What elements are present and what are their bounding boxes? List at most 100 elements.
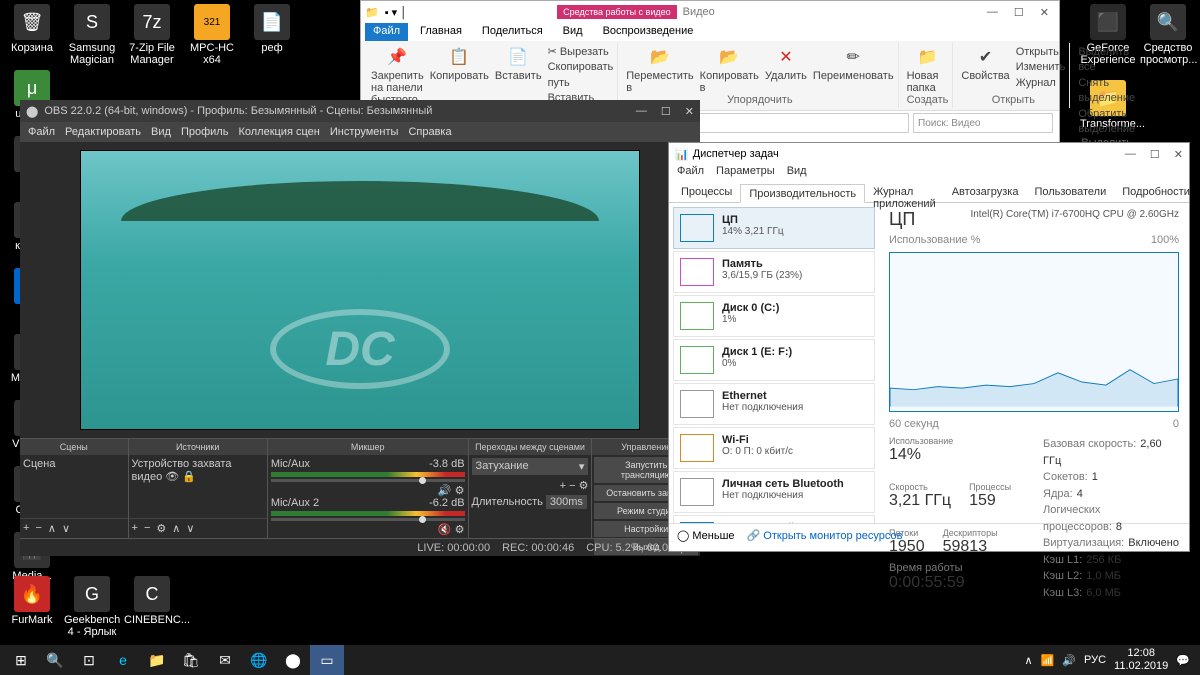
properties-button[interactable]: ✔Свойства bbox=[961, 45, 1009, 91]
desktop-icon[interactable]: 📄реф bbox=[244, 4, 300, 54]
desktop-icon-cinebench[interactable]: CCINEBENC... bbox=[124, 576, 180, 626]
search-input[interactable]: Поиск: Видео bbox=[913, 113, 1053, 133]
eye-icon[interactable]: 👁 bbox=[165, 471, 179, 483]
tab-apphistory[interactable]: Журнал приложений bbox=[865, 183, 944, 202]
menu-scenes[interactable]: Коллекция сцен bbox=[238, 126, 319, 138]
mixer-slider[interactable] bbox=[271, 518, 465, 521]
minimize-button[interactable]: — bbox=[987, 6, 998, 19]
explorer-titlebar[interactable]: 📁 ▪ ▾ │ Средства работы с видео Видео — … bbox=[361, 1, 1059, 23]
menu-options[interactable]: Параметры bbox=[716, 165, 775, 183]
mute-icon[interactable]: 🔇 bbox=[438, 524, 452, 536]
remove-scene-button[interactable]: − bbox=[35, 522, 41, 535]
selectnone-button[interactable]: Снять выделение bbox=[1078, 76, 1135, 107]
tab-playback[interactable]: Воспроизведение bbox=[595, 23, 702, 41]
speaker-icon[interactable]: 🔊 bbox=[438, 485, 452, 497]
taskbar-store[interactable]: 🛍 bbox=[174, 645, 208, 675]
menu-edit[interactable]: Редактировать bbox=[65, 126, 141, 138]
tray-up-icon[interactable]: ∧ bbox=[1025, 654, 1033, 667]
gear-icon[interactable]: ⚙ bbox=[156, 522, 166, 535]
tm-side-Память[interactable]: Память3,6/15,9 ГБ (23%) bbox=[673, 251, 875, 293]
taskbar-edge[interactable]: e bbox=[106, 645, 140, 675]
maximize-button[interactable]: ☐ bbox=[1014, 6, 1024, 19]
desktop-icon-furmark[interactable]: 🔥FurMark bbox=[4, 576, 60, 626]
obs-window[interactable]: ⬤ OBS 22.0.2 (64-bit, windows) - Профиль… bbox=[20, 100, 700, 550]
add-transition-button[interactable]: + bbox=[560, 480, 566, 492]
menu-help[interactable]: Справка bbox=[408, 126, 451, 138]
copypath-button[interactable]: Скопировать путь bbox=[548, 60, 614, 91]
minimize-button[interactable]: — bbox=[636, 105, 647, 118]
tm-side-Диск 0 (C:)[interactable]: Диск 0 (C:)1% bbox=[673, 295, 875, 337]
gear-icon[interactable]: ⚙ bbox=[455, 524, 465, 536]
add-scene-button[interactable]: + bbox=[23, 522, 29, 535]
task-manager-window[interactable]: 📊 Диспетчер задач —☐✕ Файл Параметры Вид… bbox=[668, 142, 1190, 552]
gear-icon[interactable]: ⚙ bbox=[579, 480, 589, 492]
tab-startup[interactable]: Автозагрузка bbox=[944, 183, 1027, 202]
tm-side-Ethernet[interactable]: EthernetНет подключения bbox=[673, 383, 875, 425]
mixer-slider[interactable] bbox=[271, 479, 465, 482]
tm-side-Wi-Fi[interactable]: Wi-FiО: 0 П: 0 кбит/с bbox=[673, 427, 875, 469]
tab-processes[interactable]: Процессы bbox=[673, 183, 740, 202]
delete-button[interactable]: ✕Удалить bbox=[765, 45, 807, 94]
desktop-icon[interactable]: 7z7-Zip File Manager bbox=[124, 4, 180, 66]
maximize-button[interactable]: ☐ bbox=[661, 105, 671, 118]
tab-users[interactable]: Пользователи bbox=[1026, 183, 1114, 202]
scene-item[interactable]: Сцена bbox=[23, 458, 125, 470]
menu-profile[interactable]: Профиль bbox=[181, 126, 229, 138]
edit-button[interactable]: Изменить bbox=[1016, 60, 1066, 75]
taskbar-explorer[interactable]: 📁 bbox=[140, 645, 174, 675]
history-button[interactable]: Журнал bbox=[1016, 76, 1066, 91]
open-button[interactable]: Открыть bbox=[1016, 45, 1066, 60]
close-button[interactable]: ✕ bbox=[1040, 6, 1049, 19]
desktop-icon[interactable]: 321MPC-HC x64 bbox=[184, 4, 240, 66]
preview-area[interactable]: DC bbox=[80, 150, 640, 430]
copyto-button[interactable]: 📂Копировать в bbox=[700, 45, 759, 94]
add-source-button[interactable]: + bbox=[132, 522, 138, 535]
remove-source-button[interactable]: − bbox=[144, 522, 150, 535]
start-button[interactable]: ⊞ bbox=[4, 645, 38, 675]
duration-input[interactable]: 300ms bbox=[546, 495, 587, 509]
taskbar-obs[interactable]: ⬤ bbox=[276, 645, 310, 675]
search-button[interactable]: 🔍 bbox=[38, 645, 72, 675]
tray-lang[interactable]: РУС bbox=[1084, 654, 1106, 666]
close-button[interactable]: ✕ bbox=[1174, 148, 1183, 161]
context-tab[interactable]: Средства работы с видео bbox=[557, 5, 677, 19]
source-item[interactable]: Устройство захвата видео 👁 🔒 bbox=[132, 458, 264, 483]
gear-icon[interactable]: ⚙ bbox=[455, 485, 465, 497]
cut-button[interactable]: ✂ Вырезать bbox=[548, 45, 614, 60]
lock-icon[interactable]: 🔒 bbox=[182, 471, 196, 483]
newfolder-button[interactable]: 📁Новая папка bbox=[907, 45, 949, 94]
selectinvert-button[interactable]: Обратить выделение bbox=[1078, 107, 1135, 138]
tray-volume-icon[interactable]: 🔊 bbox=[1062, 654, 1076, 667]
rename-button[interactable]: ✏Переименовать bbox=[813, 45, 894, 94]
desktop-icon-geekbench[interactable]: GGeekbench 4 - Ярлык bbox=[64, 576, 120, 638]
menu-file[interactable]: Файл bbox=[28, 126, 55, 138]
tray-network-icon[interactable]: 📶 bbox=[1041, 654, 1055, 667]
scene-down-button[interactable]: ∨ bbox=[62, 522, 70, 535]
obs-titlebar[interactable]: ⬤ OBS 22.0.2 (64-bit, windows) - Профиль… bbox=[20, 100, 700, 122]
scene-up-button[interactable]: ∧ bbox=[48, 522, 56, 535]
taskbar-mail[interactable]: ✉ bbox=[208, 645, 242, 675]
moveto-button[interactable]: 📂Переместить в bbox=[626, 45, 693, 94]
desktop-icon[interactable]: 🔍Средство просмотр... bbox=[1140, 4, 1196, 66]
desktop-icon[interactable]: SSamsung Magician bbox=[64, 4, 120, 66]
action-center-button[interactable]: 💬 bbox=[1176, 654, 1190, 667]
tm-side-ЦП[interactable]: ЦП14% 3,21 ГГц bbox=[673, 207, 875, 249]
resmon-link[interactable]: 🔗 Открыть монитор ресурсов bbox=[747, 529, 903, 542]
tab-details[interactable]: Подробности bbox=[1114, 183, 1198, 202]
desktop-icon-recycle[interactable]: 🗑Корзина bbox=[4, 4, 60, 54]
menu-file[interactable]: Файл bbox=[677, 165, 704, 183]
taskbar-chrome[interactable]: 🌐 bbox=[242, 645, 276, 675]
taskbar-app[interactable]: ▭ bbox=[310, 645, 344, 675]
tab-performance[interactable]: Производительность bbox=[740, 184, 865, 203]
taskview-button[interactable]: ⊡ bbox=[72, 645, 106, 675]
tm-side-Диск 1 (E: F:)[interactable]: Диск 1 (E: F:)0% bbox=[673, 339, 875, 381]
transition-select[interactable]: Затухание▾ bbox=[472, 458, 589, 475]
tm-titlebar[interactable]: 📊 Диспетчер задач —☐✕ bbox=[669, 143, 1189, 165]
menu-tools[interactable]: Инструменты bbox=[330, 126, 399, 138]
tab-home[interactable]: Главная bbox=[412, 23, 470, 41]
close-button[interactable]: ✕ bbox=[685, 105, 694, 118]
fewer-details-button[interactable]: ◯ Меньше bbox=[677, 529, 735, 542]
tm-side-Личная сеть Bluetooth[interactable]: Личная сеть BluetoothНет подключения bbox=[673, 471, 875, 513]
minimize-button[interactable]: — bbox=[1125, 148, 1136, 161]
menu-view[interactable]: Вид bbox=[151, 126, 171, 138]
